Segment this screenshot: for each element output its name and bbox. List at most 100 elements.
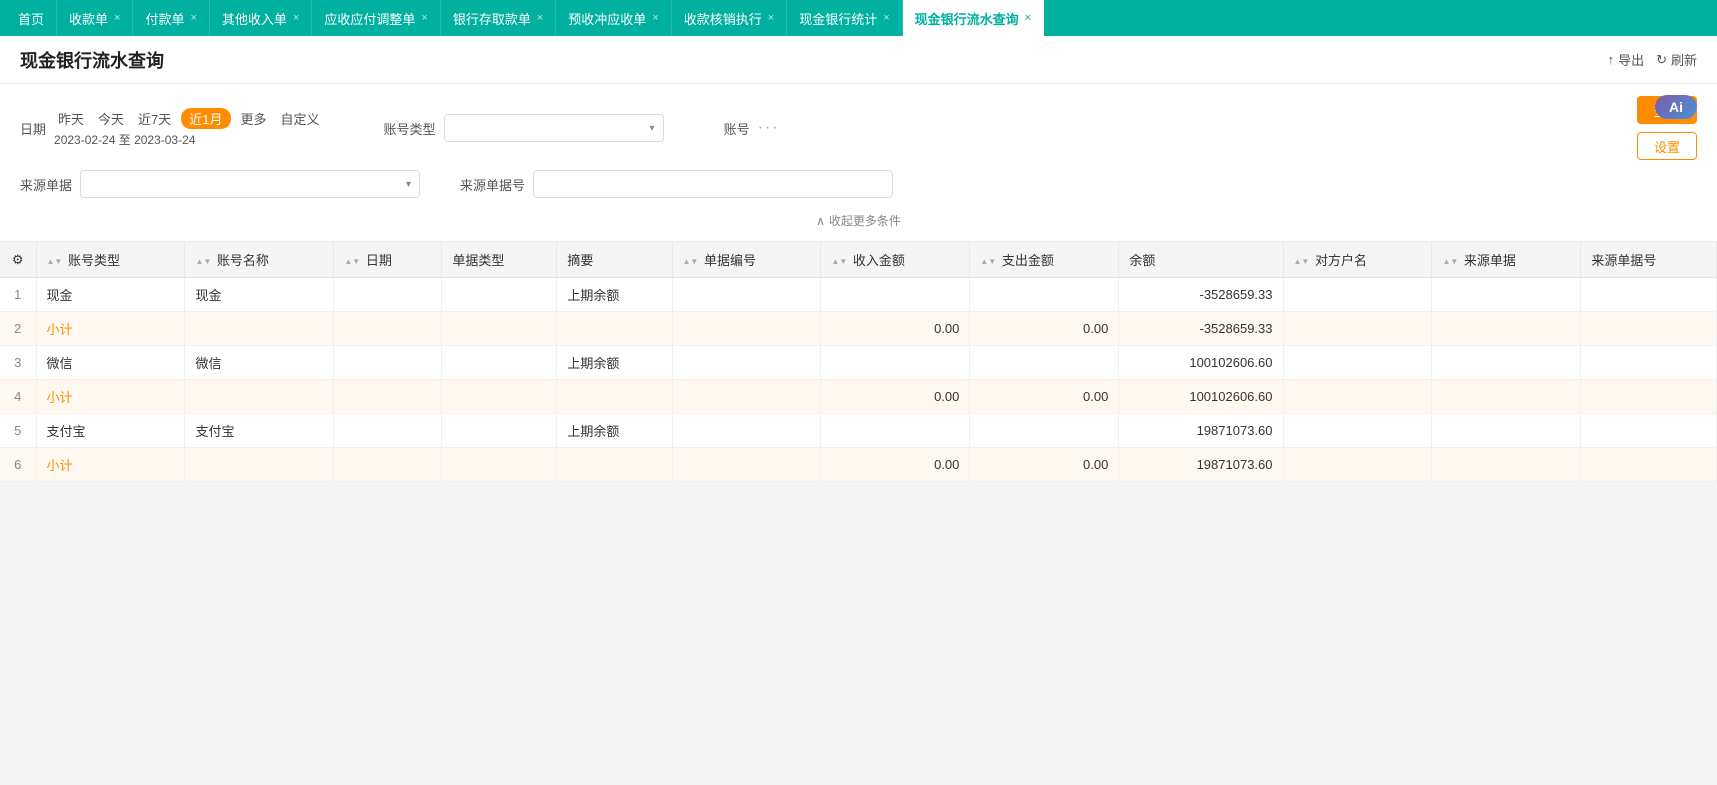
- th-income[interactable]: ▲▼ 收入金额: [821, 242, 970, 278]
- cell-balance: -3528659.33: [1119, 312, 1283, 346]
- sort-source-doc-icon: ▲▼: [1442, 258, 1458, 266]
- export-button[interactable]: ↑ 导出: [1608, 50, 1645, 69]
- th-expense[interactable]: ▲▼ 支出金额: [970, 242, 1119, 278]
- nav-receipts[interactable]: 收款单 ×: [57, 0, 133, 36]
- account-label: 账号: [724, 119, 750, 138]
- collapse-bar[interactable]: ∧ 收起更多条件: [20, 208, 1697, 229]
- cell-source-doc: [1432, 448, 1581, 482]
- nav-payments[interactable]: 付款单 ×: [133, 0, 209, 36]
- th-date[interactable]: ▲▼ 日期: [334, 242, 442, 278]
- cell-counterpart: [1283, 414, 1432, 448]
- cell-account-name: 支付宝: [185, 414, 334, 448]
- source-doc-label: 来源单据: [20, 175, 72, 194]
- cell-account-name: 现金: [185, 278, 334, 312]
- account-type-select[interactable]: ▾: [444, 114, 664, 142]
- nav-close-receipts[interactable]: ×: [114, 12, 120, 24]
- ai-button[interactable]: Ai: [1655, 95, 1697, 119]
- nav-close-payments[interactable]: ×: [190, 12, 196, 24]
- nav-cash-bank-flow[interactable]: 现金银行流水查询 ×: [903, 0, 1044, 36]
- source-doc-filter-group: 来源单据 ▾: [20, 170, 420, 198]
- nav-home[interactable]: 首页: [4, 0, 57, 36]
- nav-adjustment[interactable]: 应收应付调整单 ×: [312, 0, 440, 36]
- nav-close-adjustment[interactable]: ×: [421, 12, 427, 24]
- th-counterpart[interactable]: ▲▼ 对方户名: [1283, 242, 1432, 278]
- cell-doc-type: [442, 278, 557, 312]
- page-title: 现金银行流水查询: [20, 47, 164, 73]
- cell-expense: [970, 278, 1119, 312]
- nav-close-cash-bank-stats[interactable]: ×: [883, 12, 889, 24]
- nav-collection-exec[interactable]: 收款核销执行 ×: [672, 0, 787, 36]
- cell-doc-type: [442, 346, 557, 380]
- cell-doc-number: [672, 346, 821, 380]
- cell-date: [334, 414, 442, 448]
- filter-row-2: 来源单据 ▾ 来源单据号: [20, 170, 1697, 198]
- source-doc-select[interactable]: ▾: [80, 170, 420, 198]
- data-table: ⚙ ▲▼ 账号类型 ▲▼ 账号名称 ▲▼ 日期 单据类型 摘要: [0, 242, 1717, 482]
- table-header-row: ⚙ ▲▼ 账号类型 ▲▼ 账号名称 ▲▼ 日期 单据类型 摘要: [0, 242, 1717, 278]
- nav-other-income[interactable]: 其他收入单 ×: [210, 0, 312, 36]
- cell-source-doc-num: [1581, 448, 1717, 482]
- cell-source-doc-num: [1581, 346, 1717, 380]
- cell-counterpart: [1283, 278, 1432, 312]
- account-ellipsis[interactable]: ···: [758, 119, 780, 137]
- shortcut-custom[interactable]: 自定义: [277, 108, 324, 129]
- nav-close-collection-exec[interactable]: ×: [768, 12, 774, 24]
- cell-date: [334, 346, 442, 380]
- row-num: 4: [0, 380, 36, 414]
- source-doc-num-label: 来源单据号: [460, 175, 525, 194]
- sort-date-icon: ▲▼: [344, 258, 360, 266]
- nav-close-cash-bank-flow[interactable]: ×: [1025, 12, 1031, 24]
- shortcut-more[interactable]: 更多: [237, 108, 271, 129]
- shortcut-7days[interactable]: 近7天: [134, 108, 175, 129]
- table-row: 5支付宝支付宝上期余额19871073.60: [0, 414, 1717, 448]
- cell-income: 0.00: [821, 380, 970, 414]
- date-shortcuts: 昨天 今天 近7天 近1月 更多 自定义: [54, 108, 324, 129]
- cell-summary: 上期余额: [557, 346, 672, 380]
- account-type-chevron: ▾: [650, 123, 655, 134]
- account-type-label: 账号类型: [384, 119, 436, 138]
- cell-summary: [557, 448, 672, 482]
- th-source-doc[interactable]: ▲▼ 来源单据: [1432, 242, 1581, 278]
- th-summary: 摘要: [557, 242, 672, 278]
- nav-bank-deposit[interactable]: 银行存取款单 ×: [441, 0, 556, 36]
- cell-doc-number: [672, 414, 821, 448]
- th-account-name[interactable]: ▲▼ 账号名称: [185, 242, 334, 278]
- cell-summary: 上期余额: [557, 414, 672, 448]
- shortcut-today[interactable]: 今天: [94, 108, 128, 129]
- cell-income: [821, 278, 970, 312]
- top-nav: 首页 收款单 × 付款单 × 其他收入单 × 应收应付调整单 × 银行存取款单 …: [0, 0, 1717, 36]
- shortcut-yesterday[interactable]: 昨天: [54, 108, 88, 129]
- cell-account-type: 支付宝: [36, 414, 185, 448]
- th-settings[interactable]: ⚙: [0, 242, 36, 278]
- nav-close-other-income[interactable]: ×: [293, 12, 299, 24]
- th-doc-number[interactable]: ▲▼ 单据编号: [672, 242, 821, 278]
- table-row: 1现金现金上期余额-3528659.33: [0, 278, 1717, 312]
- row-num: 5: [0, 414, 36, 448]
- nav-close-bank-deposit[interactable]: ×: [537, 12, 543, 24]
- page-header: 现金银行流水查询 ↑ 导出 ↻ 刷新: [0, 36, 1717, 84]
- cell-source-doc-num: [1581, 278, 1717, 312]
- th-source-doc-num: 来源单据号: [1581, 242, 1717, 278]
- nav-cash-bank-stats[interactable]: 现金银行统计 ×: [787, 0, 902, 36]
- th-account-type[interactable]: ▲▼ 账号类型: [36, 242, 185, 278]
- table-row: 6小计0.000.0019871073.60: [0, 448, 1717, 482]
- settings-button[interactable]: 设置: [1637, 132, 1697, 160]
- refresh-button[interactable]: ↻ 刷新: [1656, 50, 1697, 69]
- nav-close-advance-offset[interactable]: ×: [652, 12, 658, 24]
- sort-account-type-icon: ▲▼: [47, 258, 63, 266]
- row-num: 2: [0, 312, 36, 346]
- table-row: 2小计0.000.00-3528659.33: [0, 312, 1717, 346]
- nav-advance-offset[interactable]: 预收冲应收单 ×: [556, 0, 671, 36]
- cell-account-type: 小计: [36, 448, 185, 482]
- cell-expense: 0.00: [970, 448, 1119, 482]
- sort-expense-icon: ▲▼: [980, 258, 996, 266]
- cell-date: [334, 380, 442, 414]
- cell-expense: [970, 414, 1119, 448]
- cell-balance: 100102606.60: [1119, 346, 1283, 380]
- header-actions: ↑ 导出 ↻ 刷新: [1608, 50, 1697, 69]
- cell-counterpart: [1283, 448, 1432, 482]
- row-num: 3: [0, 346, 36, 380]
- shortcut-1month[interactable]: 近1月: [181, 108, 230, 129]
- account-type-filter-group: 账号类型 ▾: [384, 114, 664, 142]
- source-doc-num-input[interactable]: [533, 170, 893, 198]
